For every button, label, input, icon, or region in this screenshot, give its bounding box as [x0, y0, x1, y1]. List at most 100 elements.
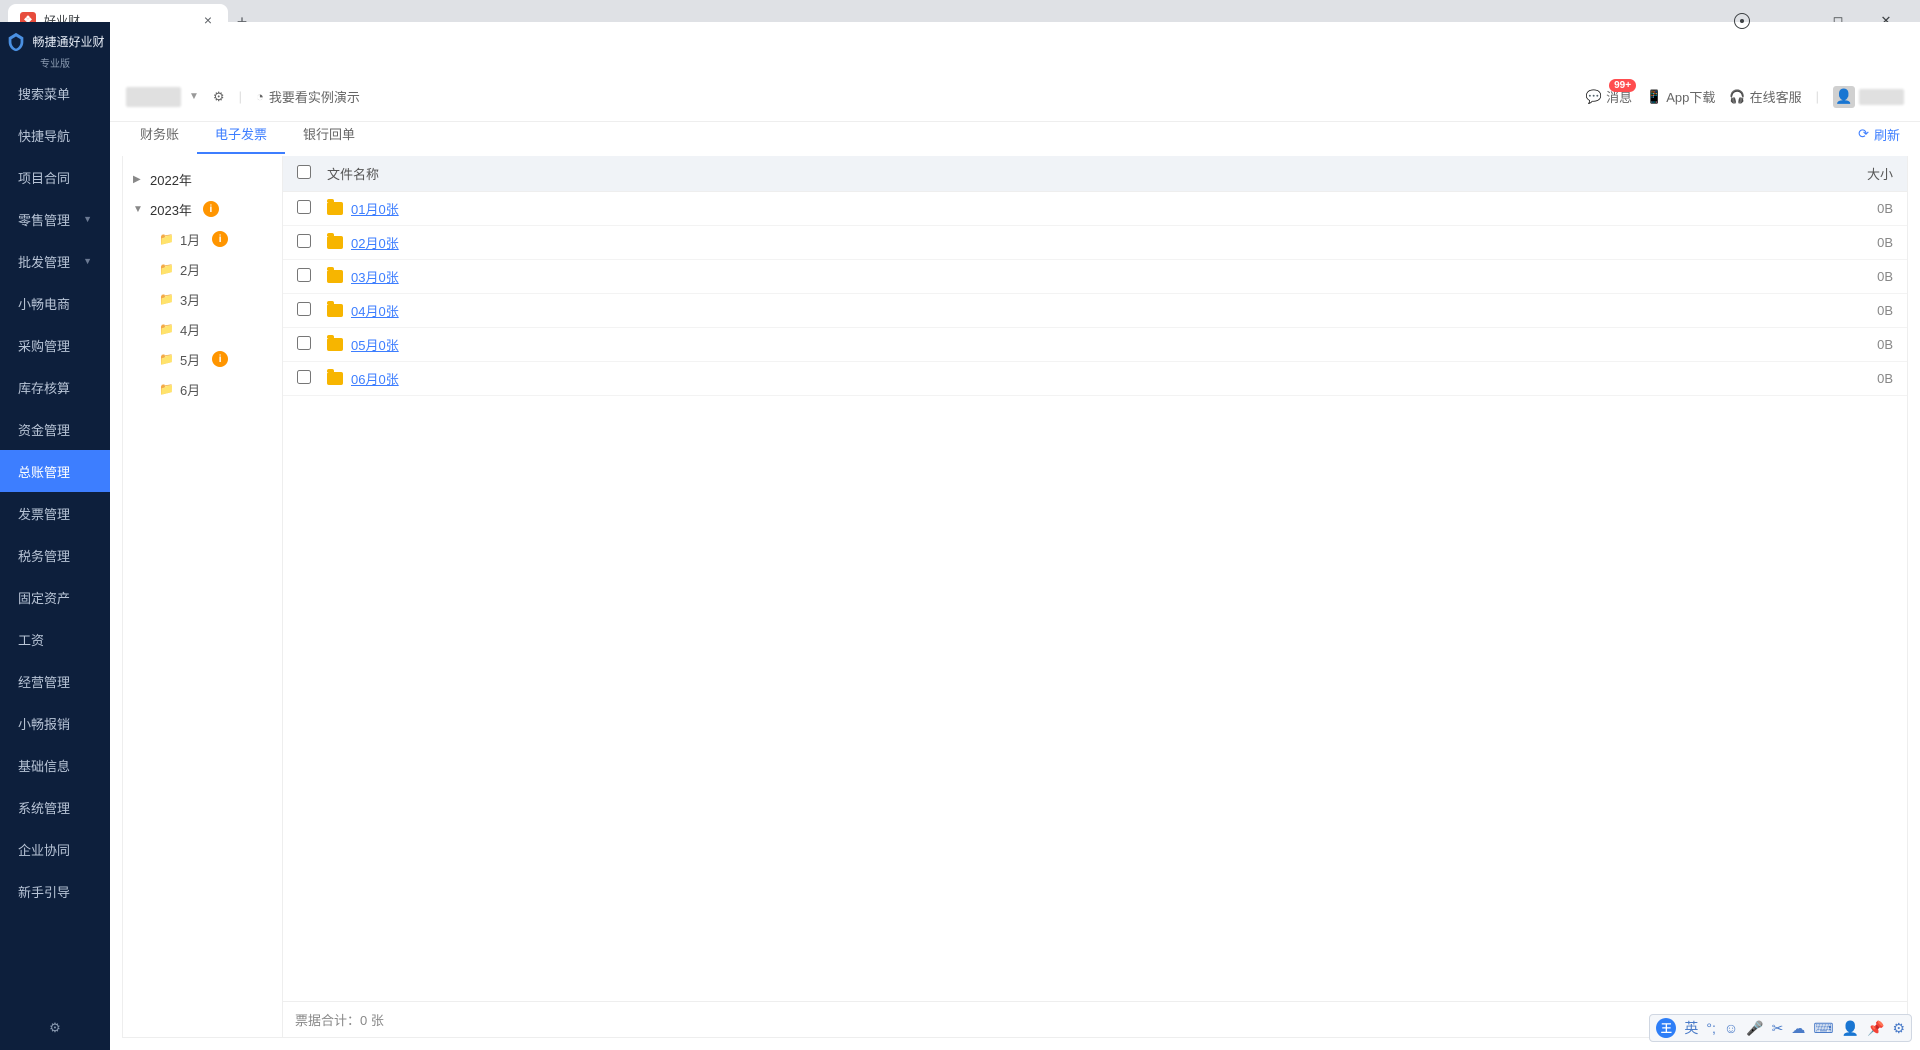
- brand-text: 畅捷通好业财: [32, 33, 104, 50]
- refresh-button[interactable]: ⟳ 刷新: [1850, 125, 1908, 144]
- file-size: 0B: [1813, 269, 1893, 284]
- ime-lang[interactable]: 英: [1684, 1018, 1698, 1038]
- chevron-down-icon: ▼: [189, 91, 199, 102]
- video-icon: ◔: [256, 89, 264, 104]
- folder-icon: [327, 338, 343, 351]
- alert-dot-icon: i: [212, 351, 228, 367]
- col-filename: 文件名称: [327, 164, 1813, 183]
- ime-scissors-icon[interactable]: ✂: [1772, 1020, 1784, 1037]
- file-size: 0B: [1813, 337, 1893, 352]
- file-size: 0B: [1813, 235, 1893, 250]
- sidebar-item-9[interactable]: 总账管理: [0, 450, 110, 492]
- sidebar-item-2[interactable]: 项目合同: [0, 156, 110, 198]
- file-link[interactable]: 03月0张: [351, 267, 399, 286]
- ime-cloud-icon[interactable]: ☁: [1791, 1020, 1805, 1037]
- folder-icon: [327, 270, 343, 283]
- close-icon[interactable]: ×: [244, 85, 251, 99]
- content: 财务账 电子发票 银行回单 ⟳ 刷新 ▶ 2022年 ▼: [110, 112, 1920, 1050]
- folder-icon: [327, 304, 343, 317]
- row-checkbox[interactable]: [297, 200, 311, 214]
- tab-close-icon[interactable]: ×: [200, 12, 216, 28]
- sidebar-item-19[interactable]: 新手引导: [0, 870, 110, 912]
- ime-pin-icon[interactable]: 📌: [1867, 1020, 1884, 1037]
- phone-icon: 📱: [1646, 89, 1662, 105]
- sidebar-item-1[interactable]: 快捷导航: [0, 114, 110, 156]
- folder-icon: [327, 236, 343, 249]
- tree-month-3[interactable]: 📁3月: [123, 284, 282, 314]
- row-checkbox[interactable]: [297, 302, 311, 316]
- table-row: 04月0张0B: [283, 294, 1907, 328]
- sidebar-item-3[interactable]: 零售管理▼: [0, 198, 110, 240]
- chevron-down-icon: ▼: [83, 214, 92, 224]
- sidebar-item-14[interactable]: 经营管理: [0, 660, 110, 702]
- row-checkbox[interactable]: [297, 234, 311, 248]
- sidebar-item-4[interactable]: 批发管理▼: [0, 240, 110, 282]
- expand-icon: ▶: [133, 174, 145, 185]
- alert-dot-icon: i: [203, 201, 219, 217]
- org-selector[interactable]: ▼: [126, 87, 199, 107]
- tree-month-1[interactable]: 📁1月i: [123, 224, 282, 254]
- table-row: 02月0张 0B: [283, 226, 1907, 260]
- sidebar-item-11[interactable]: 税务管理: [0, 534, 110, 576]
- folder-outline-icon: 📁: [159, 292, 174, 306]
- col-size: 大小: [1813, 164, 1893, 183]
- ime-punct-icon[interactable]: °;: [1706, 1020, 1716, 1036]
- sidebar-item-13[interactable]: 工资: [0, 618, 110, 660]
- sidebar: 畅捷通好业财 专业版 搜索菜单快捷导航项目合同零售管理▼批发管理▼小畅电商采购管…: [0, 72, 110, 1050]
- tree-month-5[interactable]: 📁5月i: [123, 344, 282, 374]
- row-checkbox[interactable]: [297, 336, 311, 350]
- year-tree: ▶ 2022年 ▼ 2023年 i 📁1月i📁2月📁3月📁4月📁5月i📁6月: [123, 156, 283, 1037]
- sidebar-item-7[interactable]: 库存核算: [0, 366, 110, 408]
- sidebar-item-18[interactable]: 企业协同: [0, 828, 110, 870]
- file-link[interactable]: 04月0张: [351, 301, 399, 320]
- ime-keyboard-icon[interactable]: ⌨: [1813, 1020, 1833, 1037]
- sidebar-item-17[interactable]: 系统管理: [0, 786, 110, 828]
- user-menu[interactable]: 👤: [1833, 86, 1904, 108]
- logo: 畅捷通好业财 专业版: [0, 22, 110, 72]
- row-checkbox[interactable]: [297, 268, 311, 282]
- file-link[interactable]: 02月0张: [351, 233, 399, 252]
- sidebar-item-5[interactable]: 小畅电商: [0, 282, 110, 324]
- ime-logo-icon[interactable]: 王: [1656, 1018, 1676, 1038]
- headset-icon: 🎧: [1729, 89, 1745, 105]
- row-checkbox[interactable]: [297, 370, 311, 384]
- folder-icon: [327, 202, 343, 215]
- file-link[interactable]: 05月0张: [351, 335, 399, 354]
- org-name-blurred: [126, 87, 181, 107]
- sidebar-item-12[interactable]: 固定资产: [0, 576, 110, 618]
- table-header: 文件名称 大小: [283, 156, 1907, 192]
- tree-month-2[interactable]: 📁2月: [123, 254, 282, 284]
- file-link[interactable]: 06月0张: [351, 369, 399, 388]
- table-row: 01月0张 0B: [283, 192, 1907, 226]
- sidebar-item-16[interactable]: 基础信息: [0, 744, 110, 786]
- tree-month-6[interactable]: 📁6月: [123, 374, 282, 404]
- edition-text: 专业版: [40, 55, 70, 70]
- online-service-button[interactable]: 🎧 在线客服: [1729, 87, 1801, 106]
- brand-icon: [5, 31, 27, 53]
- messages-button[interactable]: 💬 消息 99+: [1586, 87, 1632, 106]
- tree-month-4[interactable]: 📁4月: [123, 314, 282, 344]
- demo-link[interactable]: ◔ 我要看实例演示: [256, 87, 360, 106]
- file-size: 0B: [1813, 201, 1893, 216]
- message-badge: 99+: [1609, 79, 1636, 92]
- file-link[interactable]: 01月0张: [351, 199, 399, 218]
- ime-toolbar[interactable]: 王 英 °; ☺ 🎤 ✂ ☁ ⌨ 👤 📌 ⚙: [1649, 1014, 1912, 1042]
- sidebar-item-6[interactable]: 采购管理: [0, 324, 110, 366]
- gear-icon[interactable]: ⚙: [213, 89, 225, 105]
- folder-outline-icon: 📁: [159, 322, 174, 336]
- sidebar-item-0[interactable]: 搜索菜单: [0, 72, 110, 114]
- select-all-checkbox[interactable]: [297, 165, 311, 179]
- sidebar-item-8[interactable]: 资金管理: [0, 408, 110, 450]
- tree-year-2022[interactable]: ▶ 2022年: [123, 164, 282, 194]
- ime-voice-icon[interactable]: 🎤: [1746, 1020, 1763, 1037]
- ime-emoji-icon[interactable]: ☺: [1724, 1020, 1738, 1036]
- sidebar-item-15[interactable]: 小畅报销: [0, 702, 110, 744]
- ime-person-icon[interactable]: 👤: [1842, 1020, 1859, 1037]
- sidebar-settings-icon[interactable]: ⚙: [0, 1006, 110, 1050]
- refresh-icon: ⟳: [1858, 126, 1869, 142]
- sidebar-item-10[interactable]: 发票管理: [0, 492, 110, 534]
- tree-year-2023[interactable]: ▼ 2023年 i: [123, 194, 282, 224]
- ime-settings-icon[interactable]: ⚙: [1892, 1020, 1905, 1037]
- table-row: 05月0张 0B: [283, 328, 1907, 362]
- app-download-button[interactable]: 📱 App下载: [1646, 87, 1715, 106]
